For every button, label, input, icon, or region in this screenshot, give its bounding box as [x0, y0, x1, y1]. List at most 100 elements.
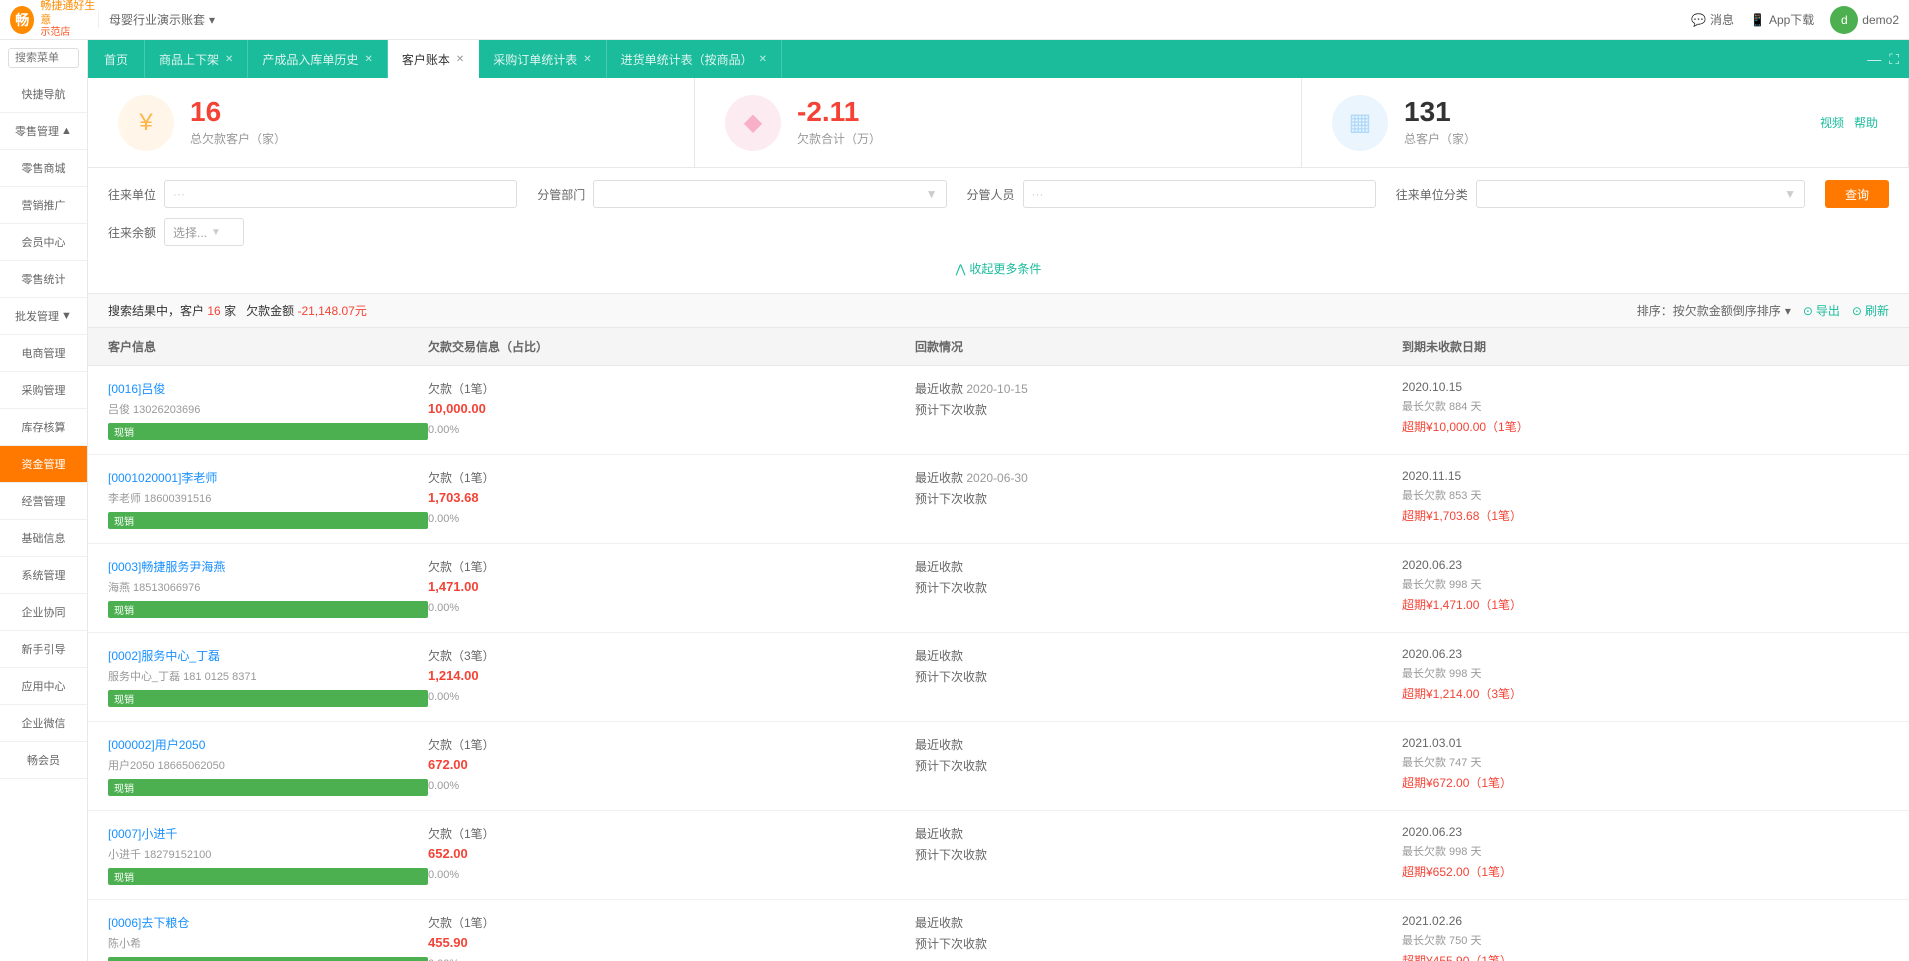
customer-name-4[interactable]: [000002]用户2050 [108, 736, 428, 753]
tab-goods[interactable]: 商品上下架 ✕ [145, 40, 248, 78]
tab-minimize-icon[interactable]: — [1867, 51, 1881, 67]
content-area: 首页 商品上下架 ✕ 产成品入库单历史 ✕ 客户账本 ✕ 采购订单统计表 ✕ [88, 40, 1909, 961]
customer-tag-5: 现销 [108, 868, 428, 885]
debt-percent-1: 0.00% [428, 513, 915, 525]
tab-purchase[interactable]: 采购订单统计表 ✕ [479, 40, 606, 78]
sidebar-item-ecommerce[interactable]: 电商管理 [0, 335, 87, 372]
industry-selector[interactable]: 母婴行业演示账套 ▾ [98, 11, 225, 28]
due-overdue-1[interactable]: 超期¥1,703.68（1笔） [1402, 507, 1889, 524]
help-link[interactable]: 帮助 [1854, 114, 1878, 131]
debt-amount-0[interactable]: 10,000.00 [428, 401, 915, 416]
sidebar-item-retail[interactable]: 零售管理 ▲ [0, 113, 87, 150]
debt-count-0: 欠款（1笔） [428, 380, 915, 397]
due-days-3: 最长欠款 998 天 [1402, 665, 1889, 681]
customer-tag-0: 现销 [108, 423, 428, 440]
debt-amount-3[interactable]: 1,214.00 [428, 668, 915, 683]
table-row: [0016]吕俊 吕俊 13026203696 现销 欠款（1笔） 10,000… [88, 366, 1909, 455]
due-info-2: 2020.06.23 最长欠款 998 天 超期¥1,471.00（1笔） [1402, 558, 1889, 613]
debt-amount-4[interactable]: 672.00 [428, 757, 915, 772]
sidebar-item-marketing[interactable]: 营销推广 [0, 187, 87, 224]
sidebar-item-member[interactable]: 会员中心 [0, 224, 87, 261]
tab-close-production[interactable]: ✕ [364, 54, 372, 65]
customer-name-1[interactable]: [0001020001]李老师 [108, 469, 428, 486]
customer-tag-4: 现销 [108, 779, 428, 796]
debt-amount-2[interactable]: 1,471.00 [428, 579, 915, 594]
due-date-6: 2021.02.26 [1402, 914, 1889, 928]
sidebar-item-enterprise[interactable]: 企业协同 [0, 594, 87, 631]
sidebar-item-purchase[interactable]: 采购管理 [0, 372, 87, 409]
refresh-icon: ⊙ [1852, 304, 1862, 318]
due-overdue-5[interactable]: 超期¥652.00（1笔） [1402, 863, 1889, 880]
query-button[interactable]: 查询 [1825, 180, 1889, 208]
sidebar-item-basic-info[interactable]: 基础信息 [0, 520, 87, 557]
tab-close-customer[interactable]: ✕ [456, 54, 464, 65]
user-avatar-button[interactable]: d demo2 [1830, 6, 1899, 34]
sidebar-item-batch-mgmt[interactable]: 批发管理 ▼ [0, 298, 87, 335]
balance-select[interactable]: 选择... ▼ [164, 218, 244, 246]
due-overdue-6[interactable]: 超期¥455.90（1笔） [1402, 952, 1889, 961]
sidebar-item-apps[interactable]: 应用中心 [0, 668, 87, 705]
table-row: [000002]用户2050 用户2050 18665062050 现销 欠款（… [88, 722, 1909, 811]
due-overdue-0[interactable]: 超期¥10,000.00（1笔） [1402, 418, 1889, 435]
export-button[interactable]: ⊙ 导出 [1803, 302, 1840, 319]
customer-phone-2: 海燕 18513066976 [108, 579, 428, 595]
tab-stock[interactable]: 进货单统计表（按商品） ✕ [607, 40, 782, 78]
sidebar-item-vip[interactable]: 畅会员 [0, 742, 87, 779]
due-overdue-2[interactable]: 超期¥1,471.00（1笔） [1402, 596, 1889, 613]
table-row: [0006]去下粮仓 陈小希 现销 欠款（1笔） 455.90 0.00% 最近… [88, 900, 1909, 961]
payback-next-6: 预计下次收款 [915, 935, 1402, 952]
customer-name-3[interactable]: [0002]服务中心_丁磊 [108, 647, 428, 664]
tab-production[interactable]: 产成品入库单历史 ✕ [248, 40, 387, 78]
sidebar-item-retail-mall[interactable]: 零售商城 [0, 150, 87, 187]
customer-phone-5: 小进千 18279152100 [108, 846, 428, 862]
sidebar-item-quick-nav[interactable]: 快捷导航 [0, 76, 87, 113]
sidebar-item-wecom[interactable]: 企业微信 [0, 705, 87, 742]
person-input[interactable]: ··· [1023, 180, 1376, 208]
customer-name-5[interactable]: [0007]小进千 [108, 825, 428, 842]
customer-name-6[interactable]: [0006]去下粮仓 [108, 914, 428, 931]
tab-maximize-icon[interactable]: ⛶ [1889, 51, 1899, 68]
due-date-5: 2020.06.23 [1402, 825, 1889, 839]
customer-name-2[interactable]: [0003]畅捷服务尹海燕 [108, 558, 428, 575]
sidebar-item-newbie[interactable]: 新手引导 [0, 631, 87, 668]
sort-select[interactable]: 排序：按欠款金额倒序排序 ▾ [1637, 302, 1791, 319]
header-payback: 回款情况 [915, 338, 1402, 355]
tab-customer[interactable]: 客户账本 ✕ [388, 40, 479, 78]
video-link[interactable]: 视频 [1820, 114, 1844, 131]
tab-close-purchase[interactable]: ✕ [583, 54, 591, 65]
debt-info-0: 欠款（1笔） 10,000.00 0.00% [428, 380, 915, 436]
sidebar-item-stock-check[interactable]: 库存核算 [0, 409, 87, 446]
tab-close-stock[interactable]: ✕ [759, 54, 767, 65]
sidebar-item-operation[interactable]: 经营管理 [0, 483, 87, 520]
tab-close-goods[interactable]: ✕ [225, 54, 233, 65]
sidebar-item-retail-stat[interactable]: 零售统计 [0, 261, 87, 298]
sidebar-item-system[interactable]: 系统管理 [0, 557, 87, 594]
sidebar-item-finance[interactable]: 资金管理 [0, 446, 87, 483]
dept-select[interactable]: ▼ [593, 180, 946, 208]
debt-amount-5[interactable]: 652.00 [428, 846, 915, 861]
refresh-button[interactable]: ⊙ 刷新 [1852, 302, 1889, 319]
message-button[interactable]: 💬 消息 [1691, 11, 1734, 28]
due-overdue-3[interactable]: 超期¥1,214.00（3笔） [1402, 685, 1889, 702]
from-unit-input[interactable]: ··· [164, 180, 517, 208]
due-overdue-4[interactable]: 超期¥672.00（1笔） [1402, 774, 1889, 791]
payback-label-1: 最近收款 [915, 471, 963, 485]
customer-name-0[interactable]: [0016]吕俊 [108, 380, 428, 397]
app-download-button[interactable]: 📱 App下载 [1750, 11, 1814, 28]
payback-next-3: 预计下次收款 [915, 668, 1402, 685]
tab-home[interactable]: 首页 [88, 40, 145, 78]
debt-percent-5: 0.00% [428, 869, 915, 881]
customer-tag-6: 现销 [108, 957, 428, 961]
collapse-row[interactable]: ⋀ 收起更多条件 [108, 256, 1889, 281]
debt-count-4: 欠款（1笔） [428, 736, 915, 753]
balance-label: 往来余额 [108, 224, 156, 241]
payback-date-1: 2020-06-30 [966, 471, 1027, 485]
debt-amount-1[interactable]: 1,703.68 [428, 490, 915, 505]
category-select[interactable]: ▼ [1476, 180, 1805, 208]
stat-label-total: 总客户（家） [1404, 130, 1476, 147]
search-input[interactable] [8, 48, 79, 68]
debt-info-6: 欠款（1笔） 455.90 0.00% [428, 914, 915, 961]
due-days-1: 最长欠款 853 天 [1402, 487, 1889, 503]
debt-amount-6[interactable]: 455.90 [428, 935, 915, 950]
due-date-1: 2020.11.15 [1402, 469, 1889, 483]
